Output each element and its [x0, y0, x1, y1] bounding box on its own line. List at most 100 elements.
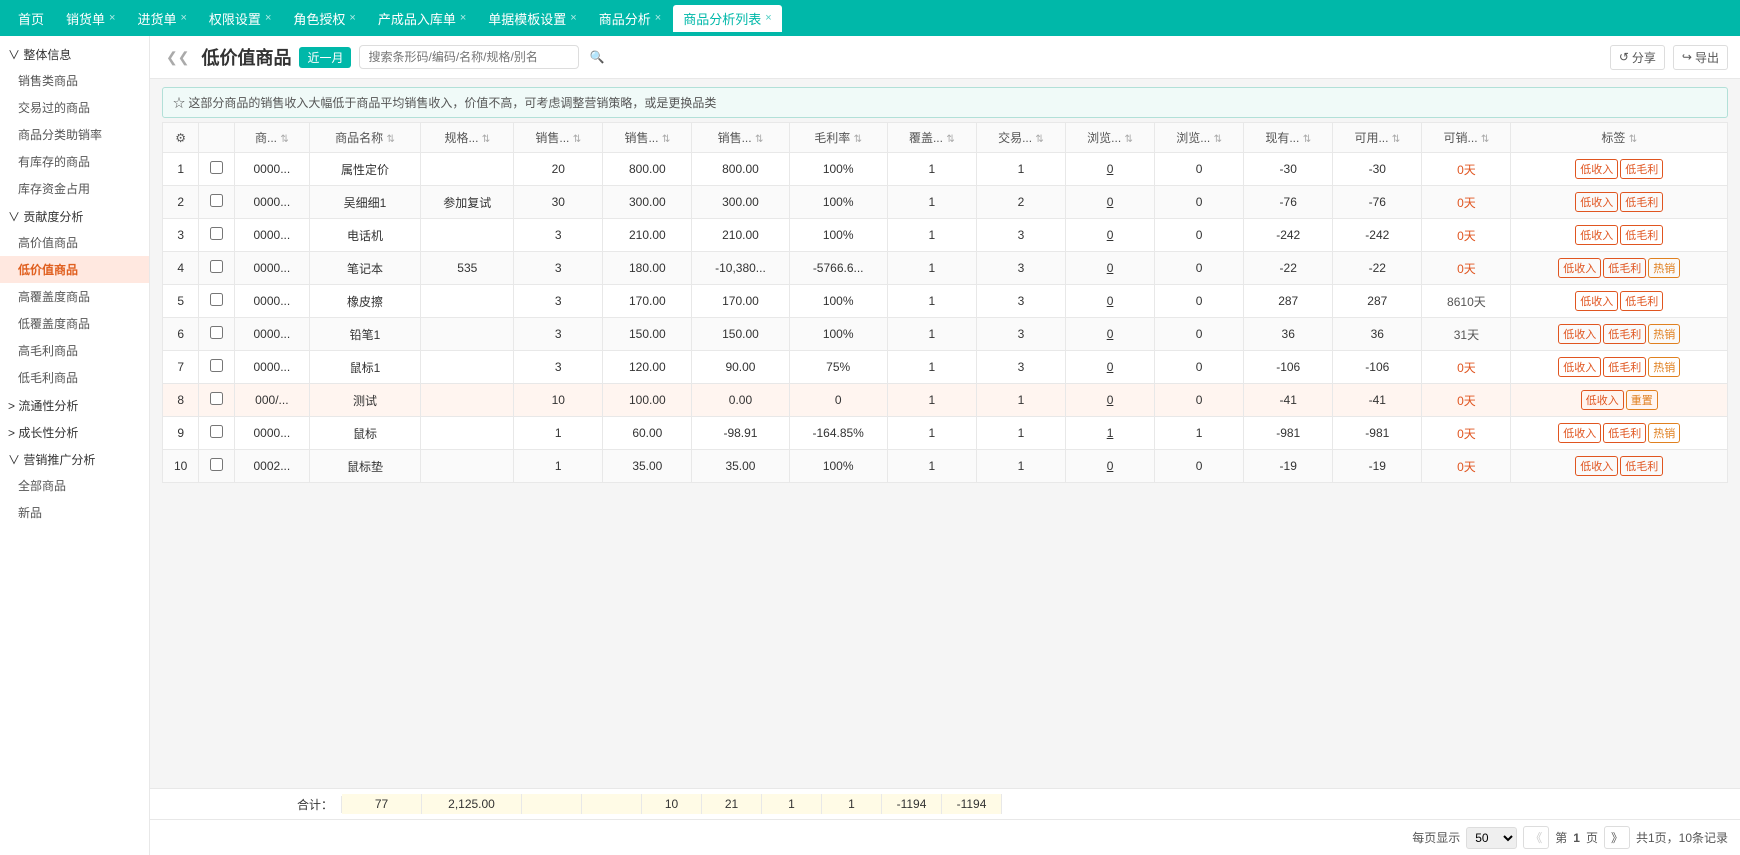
nav-close-icon[interactable]: ×: [349, 12, 355, 24]
sidebar-collapse-btn[interactable]: ❮❮: [162, 47, 193, 68]
row-checkbox[interactable]: [199, 450, 235, 483]
sidebar-item-商品分类助销率[interactable]: 商品分类助销率: [0, 121, 149, 148]
nav-item-销货单[interactable]: 销货单 ×: [56, 5, 125, 32]
browse-link[interactable]: 0: [1107, 360, 1114, 374]
sort-icon[interactable]: ⇅: [573, 134, 581, 145]
browse-link[interactable]: 0: [1107, 261, 1114, 275]
per-page-select[interactable]: 50 100: [1466, 827, 1517, 849]
row-checkbox[interactable]: [199, 384, 235, 417]
nav-close-icon[interactable]: ×: [109, 12, 115, 24]
sort-icon[interactable]: ⇅: [1303, 134, 1311, 145]
row-checkbox[interactable]: [199, 285, 235, 318]
col-header-trade[interactable]: 交易... ⇅: [976, 123, 1065, 153]
nav-item-角色授权[interactable]: 角色授权 ×: [283, 5, 365, 32]
col-header-spec[interactable]: 规格... ⇅: [421, 123, 514, 153]
search-input[interactable]: [359, 45, 579, 69]
nav-item-商品分析[interactable]: 商品分析 ×: [589, 5, 671, 32]
sidebar-item-交易过的商品[interactable]: 交易过的商品: [0, 94, 149, 121]
row-checkbox-input[interactable]: [210, 227, 223, 240]
row-checkbox[interactable]: [199, 186, 235, 219]
row-browse1[interactable]: 0: [1065, 450, 1154, 483]
sidebar-item-库存资金占用[interactable]: 库存资金占用: [0, 175, 149, 202]
sort-icon[interactable]: ⇅: [1214, 134, 1222, 145]
row-checkbox[interactable]: [199, 318, 235, 351]
sidebar-item-低覆盖度商品[interactable]: 低覆盖度商品: [0, 310, 149, 337]
row-checkbox-input[interactable]: [210, 326, 223, 339]
col-header-code[interactable]: 商... ⇅: [235, 123, 309, 153]
sidebar-item-有库存的商品[interactable]: 有库存的商品: [0, 148, 149, 175]
prev-first-btn[interactable]: 《: [1523, 826, 1549, 849]
row-checkbox-input[interactable]: [210, 425, 223, 438]
sort-icon[interactable]: ⇅: [1629, 134, 1637, 145]
browse-link[interactable]: 0: [1107, 228, 1114, 242]
row-checkbox[interactable]: [199, 351, 235, 384]
row-checkbox[interactable]: [199, 219, 235, 252]
time-tag-btn[interactable]: 近一月: [299, 47, 351, 68]
browse-link[interactable]: 1: [1107, 426, 1114, 440]
sidebar-group-∨ 贡献度分析[interactable]: ∨ 贡献度分析: [0, 202, 149, 229]
sidebar-item-低价值商品[interactable]: 低价值商品: [0, 256, 149, 283]
sidebar-group-∨ 营销推广分析[interactable]: ∨ 营销推广分析: [0, 445, 149, 472]
next-last-btn[interactable]: 》: [1604, 826, 1630, 849]
sort-icon[interactable]: ⇅: [755, 134, 763, 145]
sort-icon[interactable]: ⇅: [482, 134, 490, 145]
row-browse1[interactable]: 0: [1065, 285, 1154, 318]
sort-icon[interactable]: ⇅: [1392, 134, 1400, 145]
nav-item-进货单[interactable]: 进货单 ×: [127, 5, 196, 32]
sidebar-item-新品[interactable]: 新品: [0, 499, 149, 526]
col-header-saleAmt[interactable]: 销售... ⇅: [603, 123, 692, 153]
sort-icon[interactable]: ⇅: [280, 134, 288, 145]
nav-close-icon[interactable]: ×: [655, 12, 661, 24]
sidebar-item-高价值商品[interactable]: 高价值商品: [0, 229, 149, 256]
row-browse1[interactable]: 0: [1065, 186, 1154, 219]
export-btn[interactable]: ↪ 导出: [1673, 45, 1728, 70]
row-checkbox-input[interactable]: [210, 260, 223, 273]
browse-link[interactable]: 0: [1107, 294, 1114, 308]
row-checkbox[interactable]: [199, 417, 235, 450]
col-header-tags[interactable]: 标签 ⇅: [1511, 123, 1728, 153]
row-browse1[interactable]: 0: [1065, 384, 1154, 417]
nav-close-icon[interactable]: ×: [765, 12, 771, 24]
search-icon[interactable]: 🔍: [589, 50, 604, 64]
col-header-stock3[interactable]: 可销... ⇅: [1422, 123, 1511, 153]
row-browse1[interactable]: 1: [1065, 417, 1154, 450]
sidebar-group-∨ 整体信息[interactable]: ∨ 整体信息: [0, 40, 149, 67]
row-checkbox-input[interactable]: [210, 359, 223, 372]
browse-link[interactable]: 0: [1107, 327, 1114, 341]
row-checkbox[interactable]: [199, 153, 235, 186]
col-header-margin[interactable]: 毛利率 ⇅: [789, 123, 887, 153]
col-header-coverage[interactable]: 覆盖... ⇅: [887, 123, 976, 153]
sort-icon[interactable]: ⇅: [946, 134, 954, 145]
row-checkbox-input[interactable]: [210, 161, 223, 174]
row-browse1[interactable]: 0: [1065, 153, 1154, 186]
row-checkbox-input[interactable]: [210, 392, 223, 405]
nav-close-icon[interactable]: ×: [180, 12, 186, 24]
nav-item-权限设置[interactable]: 权限设置 ×: [199, 5, 281, 32]
sidebar-item-低毛利商品[interactable]: 低毛利商品: [0, 364, 149, 391]
col-header-saleAmt2[interactable]: 销售... ⇅: [692, 123, 789, 153]
nav-item-产成品入库单[interactable]: 产成品入库单 ×: [368, 5, 476, 32]
sort-icon[interactable]: ⇅: [1035, 134, 1043, 145]
col-header-stock2[interactable]: 可用... ⇅: [1333, 123, 1422, 153]
col-header-saleQty[interactable]: 销售... ⇅: [514, 123, 603, 153]
sort-icon[interactable]: ⇅: [1125, 134, 1133, 145]
browse-link[interactable]: 0: [1107, 162, 1114, 176]
nav-close-icon[interactable]: ×: [265, 12, 271, 24]
nav-close-icon[interactable]: ×: [460, 12, 466, 24]
row-checkbox-input[interactable]: [210, 194, 223, 207]
sort-icon[interactable]: ⇅: [854, 134, 862, 145]
sidebar-item-高覆盖度商品[interactable]: 高覆盖度商品: [0, 283, 149, 310]
col-header-stock1[interactable]: 现有... ⇅: [1244, 123, 1333, 153]
sort-icon[interactable]: ⇅: [386, 134, 394, 145]
row-checkbox[interactable]: [199, 252, 235, 285]
col-header-browse2[interactable]: 浏览... ⇅: [1155, 123, 1244, 153]
row-checkbox-input[interactable]: [210, 458, 223, 471]
browse-link[interactable]: 0: [1107, 459, 1114, 473]
sidebar-group-> 成长性分析[interactable]: > 成长性分析: [0, 418, 149, 445]
sidebar-group-> 流通性分析[interactable]: > 流通性分析: [0, 391, 149, 418]
nav-item-首页[interactable]: 首页: [8, 5, 54, 32]
row-browse1[interactable]: 0: [1065, 351, 1154, 384]
row-checkbox-input[interactable]: [210, 293, 223, 306]
share-btn[interactable]: ↺ 分享: [1610, 45, 1665, 70]
sort-icon[interactable]: ⇅: [1481, 134, 1489, 145]
